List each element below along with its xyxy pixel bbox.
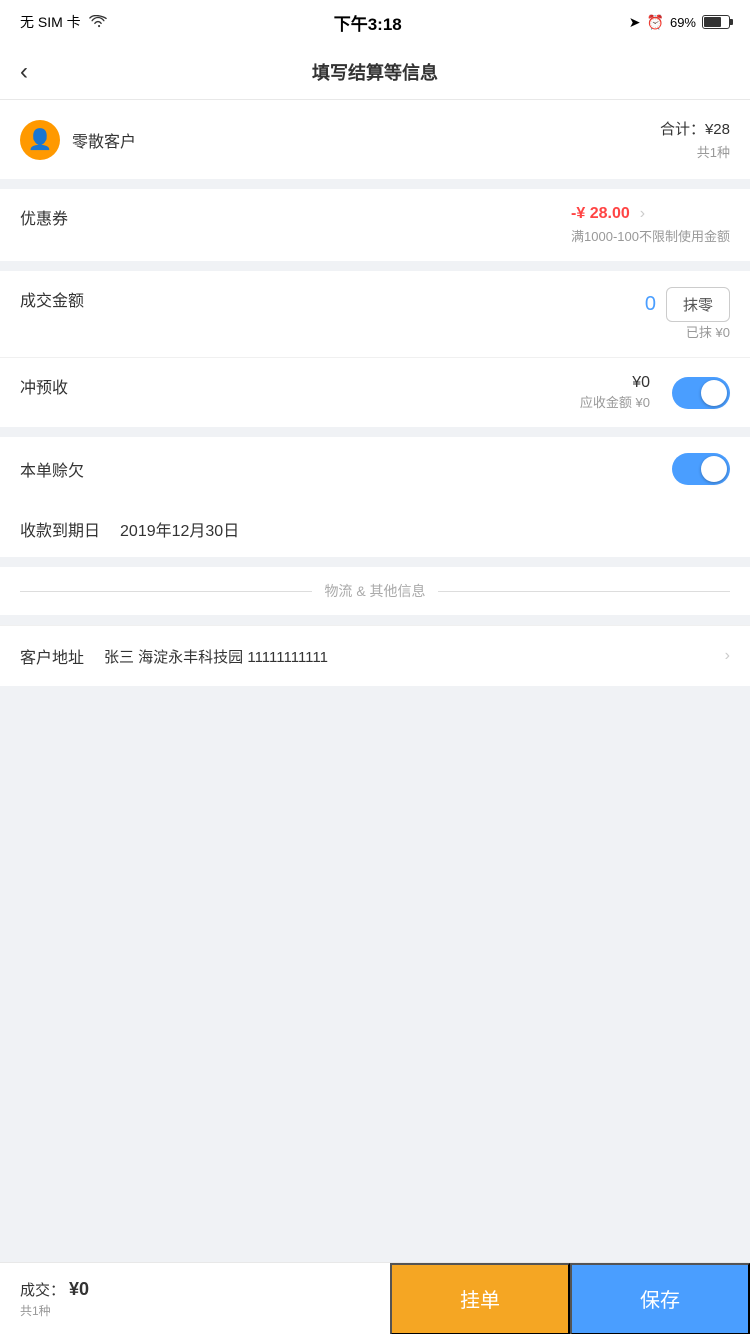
- prepaid-hint: 应收金额 ¥0: [580, 392, 650, 411]
- coupon-right: -¥ 28.00 › 满1000-100不限制使用金额: [571, 205, 730, 245]
- moling-hint: 已抹 ¥0: [645, 322, 730, 341]
- prepaid-toggle[interactable]: [672, 377, 730, 409]
- toggle-knob: [701, 380, 727, 406]
- chevron-right-icon: ›: [640, 205, 645, 223]
- address-label: 客户地址: [20, 644, 84, 668]
- debt-toggle[interactable]: [672, 453, 730, 485]
- due-date-label: 收款到期日: [20, 517, 100, 541]
- save-button[interactable]: 保存: [570, 1263, 750, 1334]
- divider-line-right: [438, 591, 730, 592]
- back-button[interactable]: ‹: [12, 50, 36, 94]
- coupon-row[interactable]: 优惠券 -¥ 28.00 › 满1000-100不限制使用金额: [0, 189, 750, 261]
- deal-amount-row: 成交金额 0 抹零 已抹 ¥0: [0, 271, 750, 357]
- address-row[interactable]: 客户地址 张三 海淀永丰科技园 11111111111 ›: [0, 625, 750, 686]
- customer-count: 共1种: [660, 142, 730, 161]
- debt-label: 本单赊欠: [20, 457, 84, 481]
- prepaid-label: 冲预收: [20, 374, 68, 398]
- due-date-row: 收款到期日 2019年12月30日: [0, 501, 750, 557]
- bottom-deal-amount: ¥0: [69, 1279, 89, 1300]
- page-title: 填写结算等信息: [312, 59, 438, 85]
- prepaid-amount: ¥0: [580, 374, 650, 392]
- debt-toggle-knob: [701, 456, 727, 482]
- status-left: 无 SIM 卡: [20, 12, 107, 32]
- alarm-icon: ⏰: [647, 14, 664, 31]
- logistics-section: 物流 & 其他信息: [0, 567, 750, 615]
- battery-percent: 69%: [670, 15, 696, 30]
- deal-prepaid-card: 成交金额 0 抹零 已抹 ¥0 冲预收 ¥0 应收金额 ¥0: [0, 271, 750, 427]
- moling-button[interactable]: 抹零: [666, 287, 730, 322]
- customer-name: 零散客户: [72, 128, 136, 152]
- deal-amount-label: 成交金额: [20, 287, 84, 311]
- coupon-label: 优惠券: [20, 205, 68, 229]
- customer-left: 👤 零散客户: [20, 120, 136, 160]
- prepaid-right: ¥0 应收金额 ¥0: [580, 374, 730, 411]
- prepaid-row: 冲预收 ¥0 应收金额 ¥0: [0, 357, 750, 427]
- logistics-divider: 物流 & 其他信息: [0, 567, 750, 615]
- status-time: 下午3:18: [334, 10, 402, 35]
- nav-bar: ‹ 填写结算等信息: [0, 44, 750, 100]
- battery-icon: [702, 15, 730, 29]
- bottom-count: 共1种: [20, 1302, 370, 1319]
- logistics-label: 物流 & 其他信息: [324, 581, 425, 601]
- avatar-icon: 👤: [28, 127, 53, 152]
- bottom-deal-label: 成交：: [20, 1279, 65, 1300]
- address-value: 张三 海淀永丰科技园 11111111111: [104, 646, 717, 667]
- bottom-bar: 成交： ¥0 共1种 挂单 保存: [0, 1262, 750, 1334]
- customer-card: 👤 零散客户 合计：¥28 共1种: [0, 100, 750, 179]
- deal-amount-right: 0 抹零 已抹 ¥0: [645, 287, 730, 341]
- coupon-hint: 满1000-100不限制使用金额: [571, 226, 730, 245]
- divider-line-left: [20, 591, 312, 592]
- coupon-discount: -¥ 28.00: [571, 205, 630, 223]
- status-right: ➤ ⏰ 69%: [629, 14, 730, 31]
- avatar: 👤: [20, 120, 60, 160]
- carrier-label: 无 SIM 卡: [20, 12, 81, 32]
- debt-card: 本单赊欠 收款到期日 2019年12月30日: [0, 437, 750, 557]
- bottom-info: 成交： ¥0 共1种: [0, 1279, 390, 1319]
- content: 👤 零散客户 合计：¥28 共1种 优惠券 -¥ 28.00 › 满1000-1…: [0, 100, 750, 786]
- coupon-card[interactable]: 优惠券 -¥ 28.00 › 满1000-100不限制使用金额: [0, 189, 750, 261]
- debt-row: 本单赊欠: [0, 437, 750, 501]
- customer-total: 合计：¥28: [660, 118, 730, 139]
- customer-right: 合计：¥28 共1种: [660, 118, 730, 161]
- due-date-value: 2019年12月30日: [120, 517, 239, 541]
- hold-button[interactable]: 挂单: [390, 1263, 570, 1334]
- customer-row: 👤 零散客户 合计：¥28 共1种: [0, 100, 750, 179]
- wifi-icon: [89, 15, 107, 29]
- deal-amount-value: 0: [645, 293, 656, 316]
- status-bar: 无 SIM 卡 下午3:18 ➤ ⏰ 69%: [0, 0, 750, 44]
- address-card[interactable]: 客户地址 张三 海淀永丰科技园 11111111111 ›: [0, 625, 750, 686]
- address-chevron-icon: ›: [725, 647, 730, 665]
- location-icon: ➤: [629, 14, 641, 31]
